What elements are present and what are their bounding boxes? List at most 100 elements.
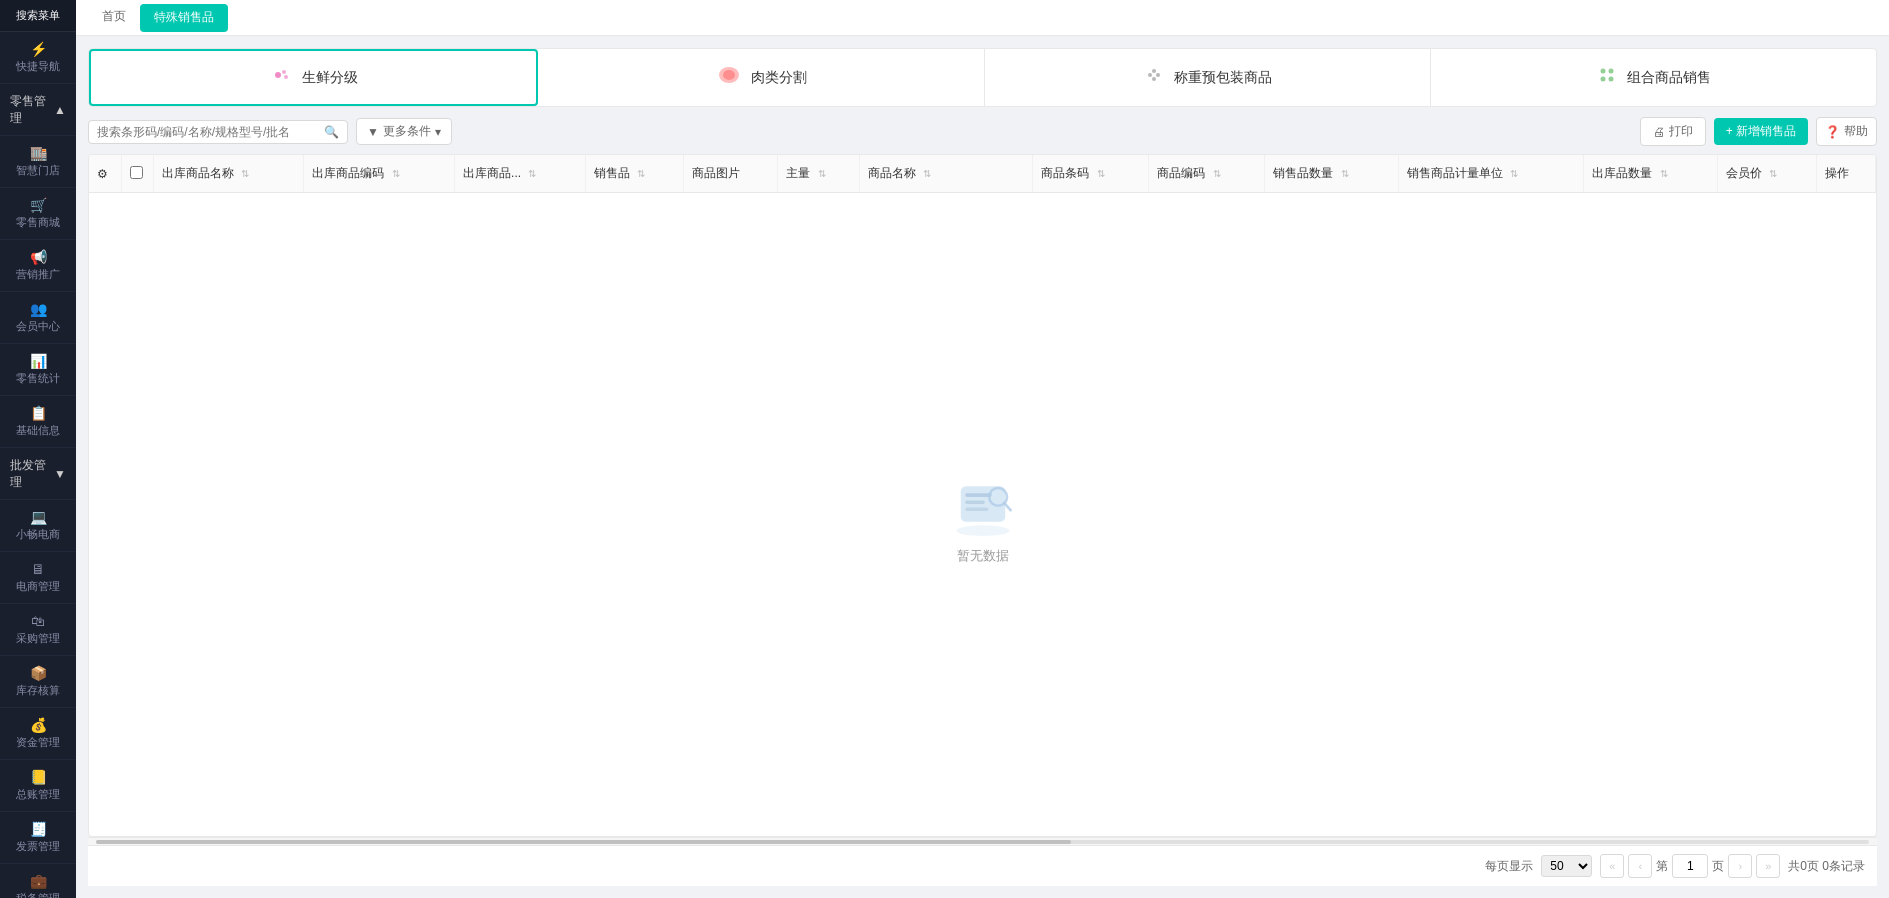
col-checkbox[interactable] (121, 155, 153, 193)
sidebar-item-retail-mall[interactable]: 🛒 零售商城 (0, 188, 76, 240)
col-goods-barcode[interactable]: 商品条码 ⇅ (1033, 155, 1149, 193)
wholesale-arrow-icon: ▼ (54, 467, 66, 481)
col-sale-unit[interactable]: 销售商品计量单位 ⇅ (1398, 155, 1583, 193)
sidebar-item-retail-mgmt[interactable]: 零售管理 ▲ (0, 84, 76, 136)
sidebar-item-sales-promo-label: 营销推广 (16, 267, 60, 282)
svg-point-0 (275, 72, 281, 78)
select-all-checkbox[interactable] (130, 166, 143, 179)
new-sale-item-button[interactable]: + 新增销售品 (1714, 118, 1808, 145)
last-page-button[interactable]: » (1756, 854, 1780, 878)
sidebar-item-sales-promo[interactable]: 📢 营销推广 (0, 240, 76, 292)
col-goods-name-sort[interactable]: ⇅ (923, 168, 931, 179)
col-sale-item[interactable]: 销售品 ⇅ (585, 155, 684, 193)
col-settings[interactable]: ⚙ (89, 155, 121, 193)
svg-rect-17 (965, 508, 988, 512)
col-sale-item-sort[interactable]: ⇅ (637, 168, 645, 179)
content-area: 生鲜分级 肉类分割 称重预包装商品 (76, 36, 1889, 898)
cat-tab-meat-cut[interactable]: 肉类分割 (538, 49, 984, 106)
sidebar-item-basic-info[interactable]: 📋 基础信息 (0, 396, 76, 448)
svg-point-13 (956, 525, 1009, 536)
cat-tab-weigh-pack[interactable]: 称重预包装商品 (985, 49, 1431, 106)
tax-icon: 💼 (30, 873, 47, 889)
col-weight-sort[interactable]: ⇅ (818, 168, 826, 179)
search-input[interactable] (97, 125, 324, 139)
col-out-spec[interactable]: 出库商品... ⇅ (455, 155, 586, 193)
next-page-button[interactable]: › (1728, 854, 1752, 878)
table-settings-icon: ⚙ (97, 167, 108, 181)
per-page-select[interactable]: 50 10 20 100 (1541, 855, 1592, 877)
col-sale-qty-sort[interactable]: ⇅ (1341, 168, 1349, 179)
scrollbar-track (96, 840, 1869, 844)
col-out-code[interactable]: 出库商品编码 ⇅ (304, 155, 455, 193)
col-member-price-sort[interactable]: ⇅ (1769, 168, 1777, 179)
prev-page-button[interactable]: ‹ (1628, 854, 1652, 878)
col-out-name-sort[interactable]: ⇅ (241, 168, 249, 179)
tab-home[interactable]: 首页 (88, 0, 140, 36)
sidebar-item-member-center[interactable]: 👥 会员中心 (0, 292, 76, 344)
print-button[interactable]: 🖨 打印 (1640, 117, 1706, 146)
col-goods-name[interactable]: 商品名称 ⇅ (859, 155, 1032, 193)
sidebar-item-invoice[interactable]: 🧾 发票管理 (0, 812, 76, 864)
sidebar-item-ecom-mgmt[interactable]: 🖥 电商管理 (0, 552, 76, 604)
col-goods-barcode-sort[interactable]: ⇅ (1097, 168, 1105, 179)
sidebar-item-finance[interactable]: 💰 资金管理 (0, 708, 76, 760)
filter-button[interactable]: ▼ 更多条件 ▾ (356, 118, 452, 145)
sidebar-item-tax-label: 税务管理 (16, 891, 60, 898)
sidebar-item-inventory-label: 库存核算 (16, 683, 60, 698)
sidebar-item-retail-mgmt-label: 零售管理 (10, 93, 54, 127)
table-container: ⚙ 出库商品名称 ⇅ 出库商品编码 ⇅ (88, 154, 1877, 837)
sidebar-item-wholesale-mgmt[interactable]: 批发管理 ▼ (0, 448, 76, 500)
col-out-name[interactable]: 出库商品名称 ⇅ (153, 155, 304, 193)
help-button[interactable]: ❓ 帮助 (1816, 117, 1877, 146)
horizontal-scrollbar[interactable] (88, 837, 1877, 845)
search-box[interactable]: 🔍 (88, 120, 348, 144)
sidebar-item-mini-ecom-label: 小畅电商 (16, 527, 60, 542)
sidebar-item-inventory[interactable]: 📦 库存核算 (0, 656, 76, 708)
svg-point-9 (1601, 69, 1606, 74)
col-out-code-sort[interactable]: ⇅ (392, 168, 400, 179)
col-goods-code-sort[interactable]: ⇅ (1213, 168, 1221, 179)
sidebar-item-tax[interactable]: 💼 税务管理 (0, 864, 76, 898)
col-out-spec-sort[interactable]: ⇅ (528, 168, 536, 179)
pagination: 每页显示 50 10 20 100 « ‹ 第 页 › » 共0页 0条记录 (88, 845, 1877, 886)
scrollbar-thumb[interactable] (96, 840, 1071, 844)
cat-tab-combo-sale[interactable]: 组合商品销售 (1431, 49, 1876, 106)
sidebar-item-smart-store[interactable]: 🏬 智慧门店 (0, 136, 76, 188)
col-sale-qty[interactable]: 销售品数量 ⇅ (1265, 155, 1398, 193)
col-out-qty-sort[interactable]: ⇅ (1660, 168, 1668, 179)
search-icon: 🔍 (324, 125, 339, 139)
sidebar-item-retail-stats[interactable]: 📊 零售统计 (0, 344, 76, 396)
col-weight[interactable]: 主量 ⇅ (778, 155, 859, 193)
col-member-price[interactable]: 会员价 ⇅ (1717, 155, 1816, 193)
ecom-mgmt-icon: 🖥 (31, 561, 45, 577)
cat-tab-fresh-grade[interactable]: 生鲜分级 (89, 49, 538, 106)
quick-nav-icon: ⚡ (30, 41, 47, 57)
help-icon: ❓ (1825, 125, 1840, 139)
svg-point-10 (1609, 69, 1614, 74)
col-goods-code[interactable]: 商品编码 ⇅ (1149, 155, 1265, 193)
svg-rect-15 (965, 493, 992, 497)
sidebar-item-quick-nav[interactable]: ⚡ 快捷导航 (0, 32, 76, 84)
col-out-qty[interactable]: 出库品数量 ⇅ (1584, 155, 1717, 193)
sidebar-item-mini-ecom[interactable]: 💻 小畅电商 (0, 500, 76, 552)
svg-point-6 (1152, 69, 1156, 73)
tab-special-sales[interactable]: 特殊销售品 (140, 4, 228, 32)
col-out-qty-label: 出库品数量 (1592, 166, 1652, 180)
new-sale-item-label: + 新增销售品 (1726, 123, 1796, 140)
svg-rect-16 (965, 500, 985, 504)
retail-stats-icon: 📊 (30, 353, 47, 369)
svg-point-20 (991, 491, 996, 496)
svg-point-12 (1609, 77, 1614, 82)
first-page-button[interactable]: « (1600, 854, 1624, 878)
smart-store-icon: 🏬 (30, 145, 47, 161)
sidebar-item-ledger[interactable]: 📒 总账管理 (0, 760, 76, 812)
col-out-code-label: 出库商品编码 (312, 166, 384, 180)
topbar: 首页 特殊销售品 (76, 0, 1889, 36)
svg-point-8 (1152, 77, 1156, 81)
filter-label: 更多条件 (383, 123, 431, 140)
sidebar-item-purchase[interactable]: 🛍 采购管理 (0, 604, 76, 656)
page-input[interactable] (1672, 854, 1708, 878)
col-operation-label: 操作 (1825, 166, 1849, 180)
col-sale-unit-sort[interactable]: ⇅ (1510, 168, 1518, 179)
sidebar-logo: 搜索菜单 (0, 0, 76, 32)
